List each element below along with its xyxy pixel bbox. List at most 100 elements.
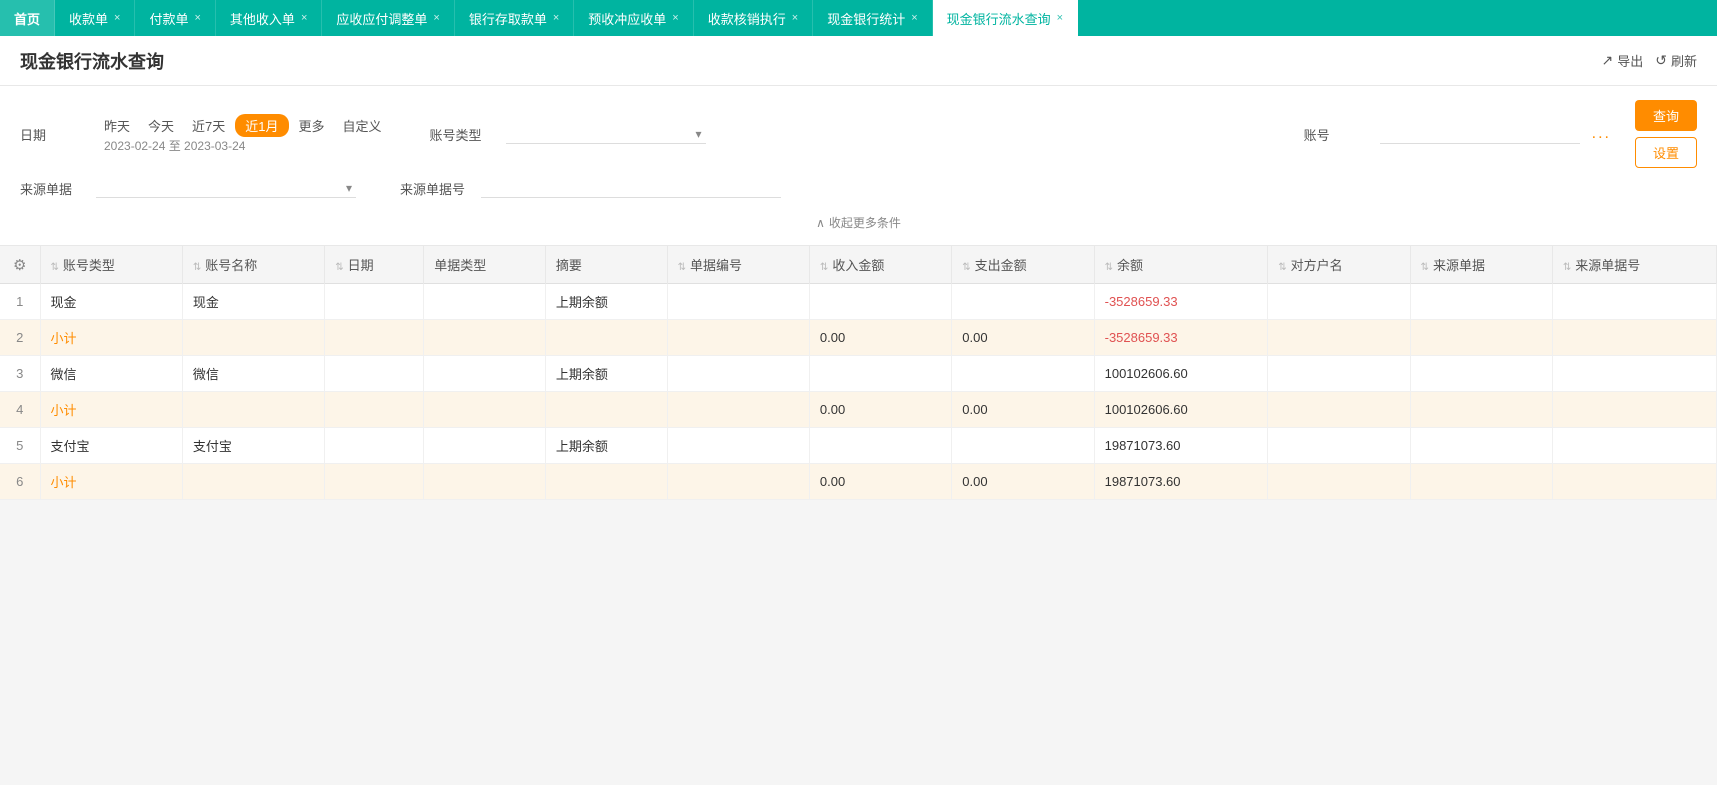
cell-gear: 3 bbox=[0, 356, 40, 392]
table-container: ⚙⇅账号类型⇅账号名称⇅日期单据类型摘要⇅单据编号⇅收入金额⇅支出金额⇅余额⇅对… bbox=[0, 246, 1717, 500]
export-icon: ↗ bbox=[1602, 52, 1614, 69]
cell-accountType: 微信 bbox=[40, 356, 182, 392]
collapse-bar[interactable]: ∧ 收起更多条件 bbox=[20, 208, 1697, 239]
col-label-date: 日期 bbox=[348, 258, 374, 273]
gear-icon[interactable]: ⚙ bbox=[13, 257, 26, 274]
sort-arrows-icon: ⇅ bbox=[193, 262, 201, 273]
date-option-自定义[interactable]: 自定义 bbox=[335, 114, 390, 137]
col-header-sourceDoc[interactable]: ⇅来源单据 bbox=[1410, 246, 1552, 284]
cell-counterparty bbox=[1268, 464, 1410, 500]
cell-date bbox=[325, 464, 424, 500]
date-filter-group: 日期 昨天今天近7天近1月更多自定义2023-02-24 至 2023-03-2… bbox=[20, 114, 390, 154]
nav-close-icon[interactable]: × bbox=[553, 12, 559, 24]
nav-close-icon[interactable]: × bbox=[433, 12, 439, 24]
cell-accountType: 现金 bbox=[40, 284, 182, 320]
account-filter-group: 账号 ... bbox=[1304, 124, 1611, 144]
cell-date bbox=[325, 356, 424, 392]
nav-close-icon[interactable]: × bbox=[911, 12, 917, 24]
settings-button[interactable]: 设置 bbox=[1635, 137, 1697, 168]
cell-income bbox=[809, 356, 951, 392]
sort-arrows-icon: ⇅ bbox=[962, 262, 970, 273]
col-header-accountName[interactable]: ⇅账号名称 bbox=[182, 246, 324, 284]
cell-balance: -3528659.33 bbox=[1094, 284, 1268, 320]
sort-arrows-icon: ⇅ bbox=[820, 262, 828, 273]
nav-item-receipt[interactable]: 收款单× bbox=[55, 0, 135, 36]
nav-item-bank-deposit[interactable]: 银行存取款单× bbox=[455, 0, 574, 36]
nav-item-home[interactable]: 首页 bbox=[0, 0, 55, 36]
filter-row-2: 来源单据 来源单据号 bbox=[20, 178, 1697, 198]
table-header: ⚙⇅账号类型⇅账号名称⇅日期单据类型摘要⇅单据编号⇅收入金额⇅支出金额⇅余额⇅对… bbox=[0, 246, 1717, 284]
nav-close-icon[interactable]: × bbox=[792, 12, 798, 24]
col-header-accountType[interactable]: ⇅账号类型 bbox=[40, 246, 182, 284]
col-label-expense: 支出金额 bbox=[975, 258, 1027, 273]
cell-sourceDoc bbox=[1410, 320, 1552, 356]
source-doc-no-input[interactable] bbox=[481, 178, 781, 198]
query-button[interactable]: 查询 bbox=[1635, 100, 1697, 131]
col-label-sourceDocNo: 来源单据号 bbox=[1575, 258, 1640, 273]
source-doc-select[interactable] bbox=[96, 178, 356, 198]
col-label-income: 收入金额 bbox=[832, 258, 884, 273]
nav-item-ar-ap-adjust[interactable]: 应收应付调整单× bbox=[322, 0, 454, 36]
table-body: 1现金现金上期余额-3528659.332小计0.000.00-3528659.… bbox=[0, 284, 1717, 500]
col-header-expense[interactable]: ⇅ 支出金额 bbox=[952, 246, 1094, 284]
col-header-counterparty[interactable]: ⇅对方户名 bbox=[1268, 246, 1410, 284]
date-options: 昨天今天近7天近1月更多自定义2023-02-24 至 2023-03-24 bbox=[96, 114, 390, 154]
nav-close-icon[interactable]: × bbox=[114, 12, 120, 24]
sort-arrows-icon: ⇅ bbox=[1105, 262, 1113, 273]
cell-sourceDocNo bbox=[1552, 428, 1716, 464]
cell-counterparty bbox=[1268, 428, 1410, 464]
col-label-accountType: 账号类型 bbox=[63, 258, 115, 273]
account-type-select[interactable] bbox=[506, 124, 706, 144]
nav-item-cash-bank-stat[interactable]: 现金银行统计× bbox=[813, 0, 932, 36]
nav-item-receipt-verify[interactable]: 收款核销执行× bbox=[694, 0, 813, 36]
nav-close-icon[interactable]: × bbox=[301, 12, 307, 24]
cell-summary: 上期余额 bbox=[545, 356, 667, 392]
cell-gear: 2 bbox=[0, 320, 40, 356]
account-input[interactable] bbox=[1380, 124, 1580, 144]
col-header-docNo[interactable]: ⇅单据编号 bbox=[667, 246, 809, 284]
date-option-近7天[interactable]: 近7天 bbox=[184, 114, 233, 137]
col-header-balance[interactable]: ⇅余额 bbox=[1094, 246, 1268, 284]
nav-item-cash-bank-query[interactable]: 现金银行流水查询× bbox=[933, 0, 1078, 36]
nav-item-prepay-offset[interactable]: 预收冲应收单× bbox=[574, 0, 693, 36]
col-label-summary: 摘要 bbox=[556, 258, 582, 273]
col-header-income[interactable]: ⇅ 收入金额 bbox=[809, 246, 951, 284]
nav-close-icon[interactable]: × bbox=[672, 12, 678, 24]
cell-balance: 100102606.60 bbox=[1094, 356, 1268, 392]
export-button[interactable]: ↗ 导出 bbox=[1602, 51, 1644, 70]
nav-close-icon[interactable]: × bbox=[1057, 12, 1063, 24]
cell-date bbox=[325, 392, 424, 428]
cell-sourceDocNo bbox=[1552, 356, 1716, 392]
cell-docNo bbox=[667, 356, 809, 392]
date-option-昨天[interactable]: 昨天 bbox=[96, 114, 138, 137]
cell-income: 0.00 bbox=[809, 464, 951, 500]
cell-sourceDoc bbox=[1410, 464, 1552, 500]
cell-date bbox=[325, 284, 424, 320]
nav-item-payment[interactable]: 付款单× bbox=[135, 0, 215, 36]
nav-item-other-income[interactable]: 其他收入单× bbox=[216, 0, 322, 36]
col-header-date[interactable]: ⇅ 日期 bbox=[325, 246, 424, 284]
col-header-sourceDocNo[interactable]: ⇅来源单据号 bbox=[1552, 246, 1716, 284]
date-option-今天[interactable]: 今天 bbox=[140, 114, 182, 137]
sort-arrows-icon: ⇅ bbox=[335, 262, 343, 273]
cell-summary: 上期余额 bbox=[545, 284, 667, 320]
refresh-button[interactable]: ↺ 刷新 bbox=[1655, 51, 1697, 70]
page-header: 现金银行流水查询 ↗ 导出 ↺ 刷新 bbox=[0, 36, 1717, 86]
table-row: 4小计0.000.00100102606.60 bbox=[0, 392, 1717, 428]
refresh-icon: ↺ bbox=[1655, 52, 1667, 69]
account-dots-button[interactable]: ... bbox=[1592, 125, 1611, 143]
cell-accountType: 小计 bbox=[40, 392, 182, 428]
date-option-近1月[interactable]: 近1月 bbox=[235, 114, 288, 137]
cell-income bbox=[809, 284, 951, 320]
cell-sourceDoc bbox=[1410, 284, 1552, 320]
cell-docType bbox=[424, 464, 546, 500]
cell-docType bbox=[424, 320, 546, 356]
nav-close-icon[interactable]: × bbox=[194, 12, 200, 24]
col-label-docType: 单据类型 bbox=[434, 258, 486, 273]
cell-counterparty bbox=[1268, 356, 1410, 392]
account-type-filter-group: 账号类型 bbox=[430, 124, 1264, 144]
date-option-更多[interactable]: 更多 bbox=[291, 114, 333, 137]
cell-sourceDoc bbox=[1410, 356, 1552, 392]
cell-accountName: 现金 bbox=[182, 284, 324, 320]
table-row: 3微信微信上期余额100102606.60 bbox=[0, 356, 1717, 392]
